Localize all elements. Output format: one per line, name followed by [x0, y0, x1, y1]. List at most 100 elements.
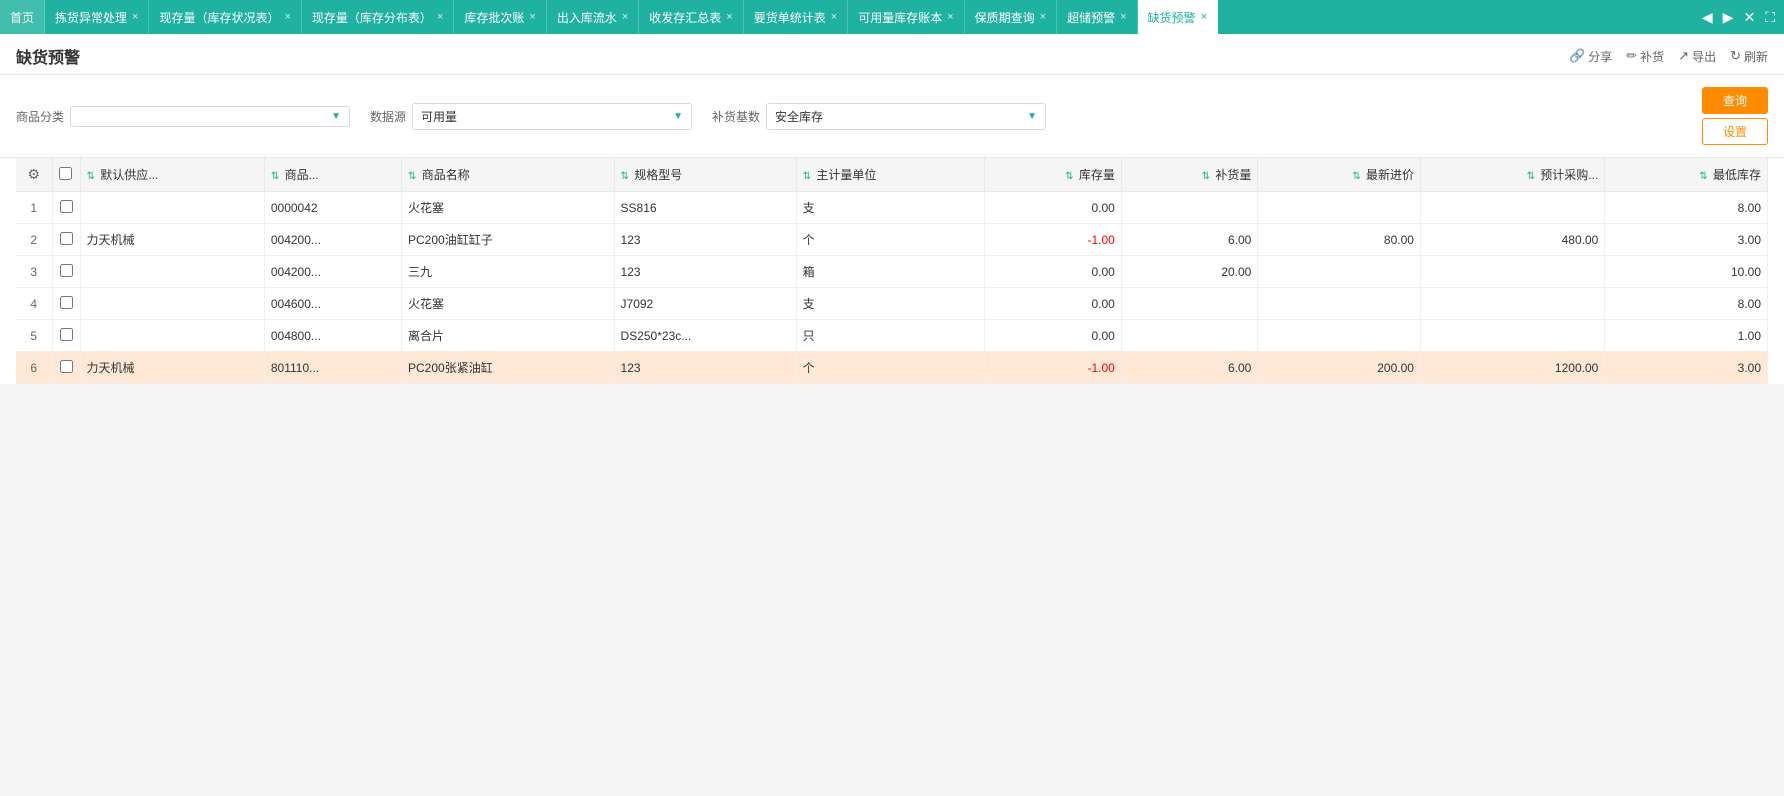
- cell-est-purchase: 1200.00: [1420, 352, 1604, 384]
- filter-buttons: 查询 设置: [1702, 87, 1768, 145]
- tab-expiry[interactable]: 保质期查询 ×: [965, 0, 1057, 34]
- cell-spec: 123: [614, 224, 796, 256]
- cell-stock: 0.00: [985, 192, 1122, 224]
- cell-unit: 只: [796, 320, 985, 352]
- cell-unit: 箱: [796, 256, 985, 288]
- cell-supplier: 力天机械: [80, 224, 264, 256]
- tab-abnormal[interactable]: 拣货异常处理 ×: [45, 0, 149, 34]
- category-label: 商品分类: [16, 108, 64, 125]
- close-tab-overstock[interactable]: ×: [1120, 11, 1126, 23]
- cell-name: PC200油缸缸子: [402, 224, 615, 256]
- tab-close-btn[interactable]: ✕: [1738, 7, 1760, 28]
- tab-prev-btn[interactable]: ◀: [1697, 7, 1718, 28]
- cell-min-stock: 1.00: [1605, 320, 1768, 352]
- export-icon: ↗: [1678, 48, 1689, 64]
- column-settings-icon[interactable]: ⚙: [27, 166, 40, 182]
- cell-min-stock: 3.00: [1605, 224, 1768, 256]
- tab-collect[interactable]: 收发存汇总表 ×: [639, 0, 743, 34]
- settings-button[interactable]: 设置: [1702, 118, 1768, 145]
- cell-supplier: [80, 192, 264, 224]
- close-tab-stock-dist[interactable]: ×: [437, 11, 443, 23]
- datasource-label: 数据源: [370, 108, 406, 125]
- share-button[interactable]: 🔗 分享: [1569, 48, 1612, 65]
- export-button[interactable]: ↗ 导出: [1678, 48, 1716, 65]
- shortage-table: ⚙ ⇅ 默认供应... ⇅ 商品... ⇅ 商品名称 ⇅: [16, 158, 1768, 384]
- row-checkbox-3[interactable]: [60, 296, 73, 309]
- cell-checkbox: [52, 256, 80, 288]
- th-settings: ⚙: [16, 158, 52, 192]
- cell-code: 004800...: [264, 320, 401, 352]
- close-tab-stock-status[interactable]: ×: [284, 11, 290, 23]
- refresh-button[interactable]: ↻ 刷新: [1730, 48, 1768, 65]
- table-body: 1 0000042 火花塞 SS816 支 0.00 8.00 2 力天机械 0…: [16, 192, 1768, 384]
- close-tab-batch[interactable]: ×: [529, 11, 535, 23]
- tab-overstock[interactable]: 超储预警 ×: [1057, 0, 1137, 34]
- th-min-stock: ⇅ 最低库存: [1605, 158, 1768, 192]
- tab-shortage[interactable]: 缺货预警 ×: [1138, 0, 1218, 34]
- cell-replenish: 6.00: [1121, 352, 1258, 384]
- close-tab-expiry[interactable]: ×: [1040, 11, 1046, 23]
- cell-est-purchase: [1420, 320, 1604, 352]
- table-row: 3 004200... 三九 123 箱 0.00 20.00 10.00: [16, 256, 1768, 288]
- th-checkbox: [52, 158, 80, 192]
- tab-stock-dist[interactable]: 现存量（库存分布表） ×: [302, 0, 454, 34]
- cell-name: 离合片: [402, 320, 615, 352]
- cell-latest-price: 200.00: [1258, 352, 1421, 384]
- cell-min-stock: 8.00: [1605, 192, 1768, 224]
- cell-replenish: 20.00: [1121, 256, 1258, 288]
- row-checkbox-5[interactable]: [60, 360, 73, 373]
- cell-supplier: [80, 320, 264, 352]
- cell-num: 1: [16, 192, 52, 224]
- cell-checkbox: [52, 192, 80, 224]
- close-tab-available[interactable]: ×: [947, 11, 953, 23]
- cell-name: 火花塞: [402, 192, 615, 224]
- cell-spec: J7092: [614, 288, 796, 320]
- replenish-base-select[interactable]: 安全库存 ▼: [766, 103, 1046, 130]
- tab-next-btn[interactable]: ▶: [1718, 7, 1739, 28]
- table-row: 1 0000042 火花塞 SS816 支 0.00 8.00: [16, 192, 1768, 224]
- cell-supplier: [80, 256, 264, 288]
- select-all-checkbox[interactable]: [59, 167, 72, 180]
- replenish-button[interactable]: ✏ 补货: [1626, 48, 1664, 65]
- tab-navigation: ◀ ▶ ✕ ⛶: [1693, 7, 1784, 28]
- close-tab-order-stat[interactable]: ×: [831, 11, 837, 23]
- close-tab-collect[interactable]: ×: [726, 11, 732, 23]
- tab-batch[interactable]: 库存批次账 ×: [454, 0, 546, 34]
- query-button[interactable]: 查询: [1702, 87, 1768, 114]
- cell-est-purchase: 480.00: [1420, 224, 1604, 256]
- close-tab-flow[interactable]: ×: [622, 11, 628, 23]
- cell-est-purchase: [1420, 192, 1604, 224]
- th-replenish: ⇅ 补货量: [1121, 158, 1258, 192]
- share-icon: 🔗: [1569, 48, 1585, 64]
- tab-available[interactable]: 可用量库存账本 ×: [848, 0, 964, 34]
- cell-name: 火花塞: [402, 288, 615, 320]
- row-checkbox-1[interactable]: [60, 232, 73, 245]
- tab-home[interactable]: 首页: [0, 0, 45, 34]
- th-unit: ⇅ 主计量单位: [796, 158, 985, 192]
- row-checkbox-0[interactable]: [60, 200, 73, 213]
- cell-replenish: 6.00: [1121, 224, 1258, 256]
- cell-stock: -1.00: [985, 352, 1122, 384]
- replenish-base-dropdown-icon: ▼: [1027, 111, 1037, 122]
- row-checkbox-2[interactable]: [60, 264, 73, 277]
- table-row: 2 力天机械 004200... PC200油缸缸子 123 个 -1.00 6…: [16, 224, 1768, 256]
- cell-name: PC200张紧油缸: [402, 352, 615, 384]
- row-checkbox-4[interactable]: [60, 328, 73, 341]
- tab-stock-status[interactable]: 现存量（库存状况表） ×: [149, 0, 301, 34]
- close-tab-shortage[interactable]: ×: [1201, 11, 1207, 23]
- cell-est-purchase: [1420, 288, 1604, 320]
- table-container: ⚙ ⇅ 默认供应... ⇅ 商品... ⇅ 商品名称 ⇅: [0, 158, 1784, 384]
- tab-order-stat[interactable]: 要货单统计表 ×: [744, 0, 848, 34]
- cell-replenish: [1121, 288, 1258, 320]
- table-row: 5 004800... 离合片 DS250*23c... 只 0.00 1.00: [16, 320, 1768, 352]
- cell-spec: 123: [614, 352, 796, 384]
- cell-checkbox: [52, 352, 80, 384]
- datasource-select[interactable]: 可用量 ▼: [412, 103, 692, 130]
- close-tab-abnormal[interactable]: ×: [132, 11, 138, 23]
- cell-stock: 0.00: [985, 320, 1122, 352]
- cell-num: 5: [16, 320, 52, 352]
- tab-fullscreen-btn[interactable]: ⛶: [1760, 7, 1780, 28]
- category-select[interactable]: ▼: [70, 106, 350, 127]
- cell-min-stock: 8.00: [1605, 288, 1768, 320]
- tab-flow[interactable]: 出入库流水 ×: [547, 0, 639, 34]
